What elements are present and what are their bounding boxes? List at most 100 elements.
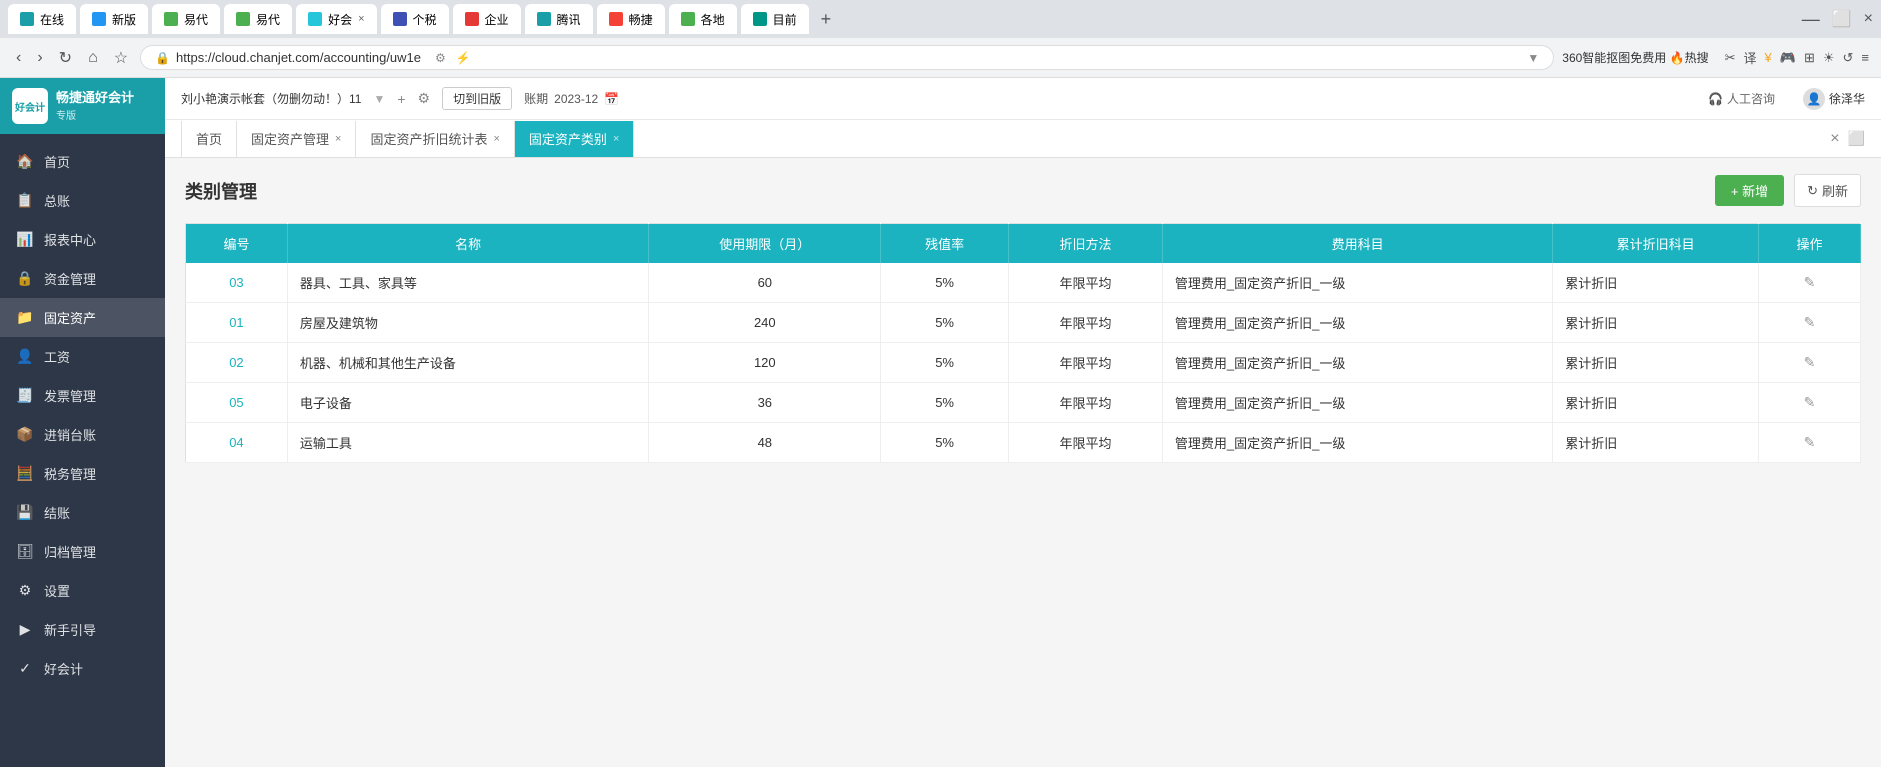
- support-btn[interactable]: 🎧 人工咨询: [1708, 90, 1775, 107]
- page-header: 类别管理 + 新增 ↻ 刷新: [185, 174, 1861, 207]
- sidebar-item-funds[interactable]: 🔒 资金管理: [0, 259, 165, 298]
- period-label: 账期: [524, 90, 548, 107]
- sidebar-item-closing[interactable]: 💾 结账: [0, 493, 165, 532]
- window-restore-btn[interactable]: ⬜: [1832, 9, 1852, 29]
- dropdown-icon[interactable]: ▼: [1527, 51, 1539, 65]
- sidebar-item-archive[interactable]: 🗄 归档管理: [0, 532, 165, 571]
- sidebar-item-settings[interactable]: ⚙ 设置: [0, 571, 165, 610]
- forward-btn[interactable]: ›: [33, 45, 46, 71]
- col-header-id: 编号: [186, 224, 288, 264]
- cell-expense-2: 管理费用_固定资产折旧_一级: [1162, 343, 1552, 383]
- version-switch-btn[interactable]: 切到旧版: [442, 87, 512, 110]
- table-row: 04 运输工具 48 5% 年限平均 管理费用_固定资产折旧_一级 累计折旧 ✎: [186, 423, 1861, 463]
- tab-asset-category[interactable]: 固定资产类别 ×: [515, 121, 634, 157]
- cell-action-3[interactable]: ✎: [1759, 383, 1861, 423]
- edit-icon-0[interactable]: ✎: [1804, 274, 1816, 290]
- sidebar-item-guide[interactable]: ▶ 新手引导: [0, 610, 165, 649]
- browser-tab-close-4[interactable]: ×: [358, 13, 364, 25]
- window-minimize-btn[interactable]: —: [1802, 9, 1820, 30]
- address-bar[interactable]: 🔒 https://cloud.chanjet.com/accounting/u…: [140, 45, 1554, 70]
- cell-expense-0: 管理费用_固定资产折旧_一级: [1162, 263, 1552, 303]
- calendar-icon[interactable]: 📅: [604, 92, 619, 106]
- bookmark-star-icon: ⚡: [456, 51, 471, 65]
- sidebar-item-inventory[interactable]: 📦 进销台账: [0, 415, 165, 454]
- currency-icon[interactable]: ¥: [1765, 50, 1772, 65]
- sidebar-item-tax[interactable]: 🧮 税务管理: [0, 454, 165, 493]
- assets-icon: 📁: [16, 309, 34, 327]
- settings-gear-btn[interactable]: ⚙: [418, 90, 431, 107]
- history-icon[interactable]: ↺: [1843, 50, 1854, 66]
- browser-tab-5[interactable]: 个税: [381, 4, 449, 34]
- edit-icon-1[interactable]: ✎: [1804, 314, 1816, 330]
- back-btn[interactable]: ‹: [12, 45, 25, 71]
- browser-tab-4[interactable]: 好会 ×: [296, 4, 376, 34]
- sidebar: 好会计 畅捷通好会计 专版 🏠 首页 📋 总账 📊 报表中心 🔒 资金管: [0, 78, 165, 767]
- page-title: 类别管理: [185, 178, 257, 204]
- refresh-icon: ↻: [1807, 183, 1818, 199]
- browser-tab-7[interactable]: 腾讯: [525, 4, 593, 34]
- browser-tab-0[interactable]: 在线: [8, 4, 76, 34]
- dropdown-chevron-icon[interactable]: ▼: [373, 92, 385, 106]
- sidebar-item-account[interactable]: ✓ 好会计: [0, 649, 165, 688]
- close-all-tabs-btn[interactable]: ×: [1830, 130, 1839, 148]
- period-info: 账期 2023-12 📅: [524, 90, 619, 107]
- guide-icon: ▶: [16, 621, 34, 639]
- add-account-btn[interactable]: +: [397, 91, 405, 107]
- edit-icon-4[interactable]: ✎: [1804, 434, 1816, 450]
- translate-icon[interactable]: 译: [1744, 48, 1757, 67]
- edit-icon-2[interactable]: ✎: [1804, 354, 1816, 370]
- cell-method-4: 年限平均: [1009, 423, 1163, 463]
- expand-btn[interactable]: ⬜: [1848, 130, 1865, 147]
- sidebar-item-invoice[interactable]: 🧾 发票管理: [0, 376, 165, 415]
- browser-tab-8[interactable]: 畅捷: [597, 4, 665, 34]
- tax-icon: 🧮: [16, 465, 34, 483]
- refresh-btn[interactable]: ↻ 刷新: [1794, 174, 1861, 207]
- sidebar-logo: 好会计 畅捷通好会计 专版: [0, 78, 165, 134]
- grid-icon[interactable]: ⊞: [1804, 50, 1815, 66]
- new-tab-btn[interactable]: +: [821, 9, 832, 30]
- brightness-icon[interactable]: ☀: [1823, 50, 1835, 66]
- account-icon: ✓: [16, 660, 34, 678]
- tab-depreciation-table[interactable]: 固定资产折旧统计表 ×: [356, 121, 514, 157]
- tab-asset-category-close[interactable]: ×: [613, 133, 619, 145]
- col-header-name: 名称: [287, 224, 649, 264]
- sidebar-item-ledger[interactable]: 📋 总账: [0, 181, 165, 220]
- window-close-btn[interactable]: ×: [1864, 10, 1873, 28]
- cell-action-2[interactable]: ✎: [1759, 343, 1861, 383]
- tab-depreciation-table-close[interactable]: ×: [493, 133, 499, 145]
- headset-icon: 🎧: [1708, 92, 1723, 106]
- cell-depreciation-4: 累计折旧: [1553, 423, 1759, 463]
- col-header-depreciation: 累计折旧科目: [1553, 224, 1759, 264]
- user-avatar-area: 👤 徐泽华: [1803, 88, 1865, 110]
- game-icon[interactable]: 🎮: [1780, 50, 1796, 66]
- browser-tab-3[interactable]: 易代: [224, 4, 292, 34]
- sidebar-item-reports[interactable]: 📊 报表中心: [0, 220, 165, 259]
- table-body: 03 器具、工具、家具等 60 5% 年限平均 管理费用_固定资产折旧_一级 累…: [186, 263, 1861, 463]
- tab-home[interactable]: 首页: [181, 121, 237, 157]
- edit-icon-3[interactable]: ✎: [1804, 394, 1816, 410]
- cell-action-1[interactable]: ✎: [1759, 303, 1861, 343]
- reload-btn[interactable]: ↻: [55, 44, 76, 72]
- table-header-row: 编号 名称 使用期限（月） 残值率 折旧方法 费用科目 累计折旧科目 操作: [186, 224, 1861, 264]
- tab-asset-management-close[interactable]: ×: [335, 133, 341, 145]
- sidebar-item-home[interactable]: 🏠 首页: [0, 142, 165, 181]
- tab-home-label: 首页: [196, 129, 222, 148]
- bookmark-btn[interactable]: ☆: [110, 44, 132, 72]
- tab-depreciation-table-label: 固定资产折旧统计表: [370, 129, 487, 148]
- cell-action-4[interactable]: ✎: [1759, 423, 1861, 463]
- sidebar-item-payroll[interactable]: 👤 工资: [0, 337, 165, 376]
- period-value: 2023-12: [554, 92, 598, 106]
- browser-tab-6[interactable]: 企业: [453, 4, 521, 34]
- cell-action-0[interactable]: ✎: [1759, 263, 1861, 303]
- browser-tab-2[interactable]: 易代: [152, 4, 220, 34]
- browser-tab-10[interactable]: 目前: [741, 4, 809, 34]
- url-text: https://cloud.chanjet.com/accounting/uw1…: [176, 50, 421, 65]
- add-category-btn[interactable]: + 新增: [1715, 175, 1784, 206]
- browser-tab-9[interactable]: 各地: [669, 4, 737, 34]
- sidebar-item-assets[interactable]: 📁 固定资产: [0, 298, 165, 337]
- menu-icon[interactable]: ≡: [1861, 50, 1869, 65]
- tab-asset-management[interactable]: 固定资产管理 ×: [237, 121, 356, 157]
- scissors-icon[interactable]: ✂: [1725, 50, 1736, 66]
- home-btn[interactable]: ⌂: [84, 45, 102, 71]
- browser-tab-1[interactable]: 新版: [80, 4, 148, 34]
